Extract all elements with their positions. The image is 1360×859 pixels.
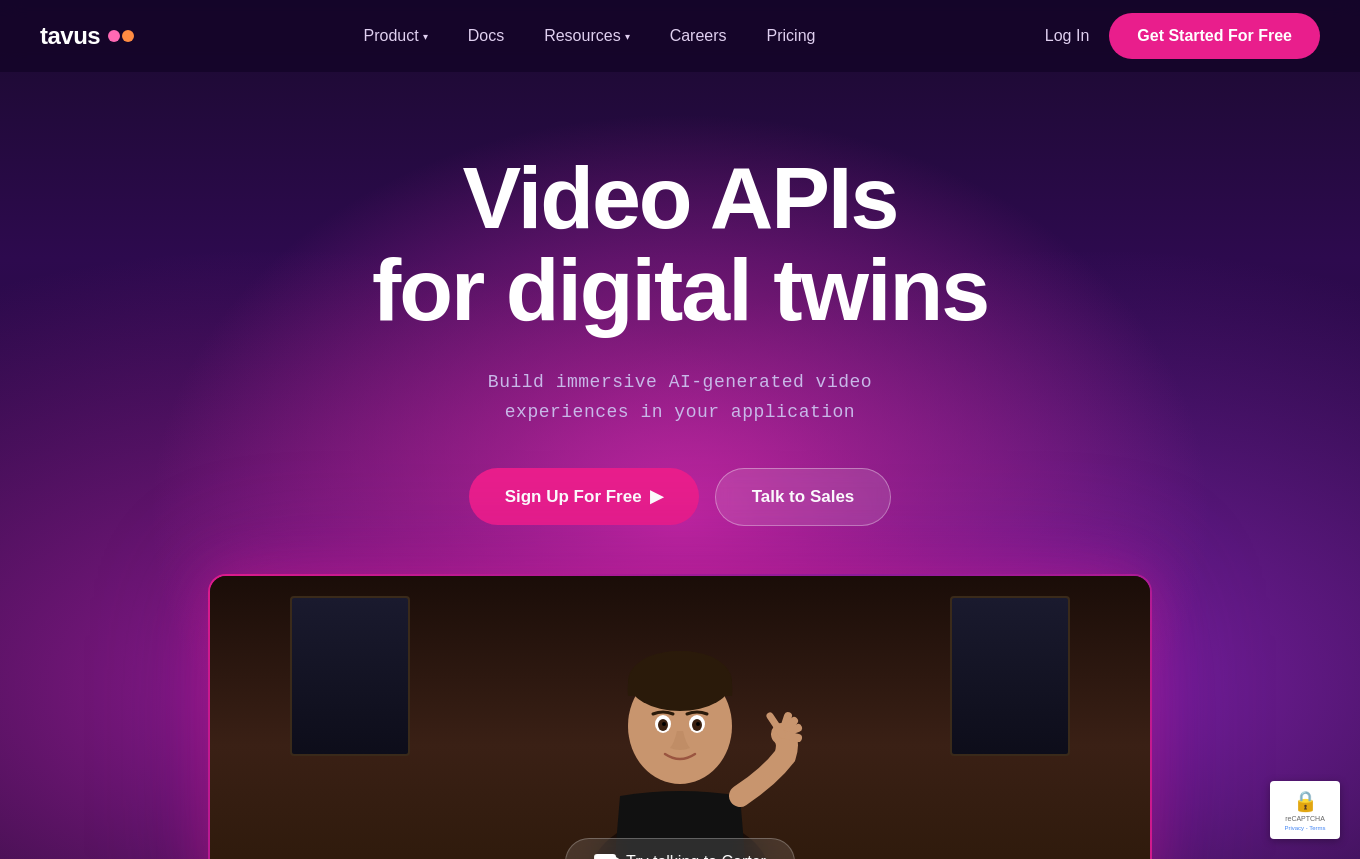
nav-link-docs[interactable]: Docs xyxy=(468,27,504,45)
recaptcha-icon: 🔒 xyxy=(1293,789,1318,813)
hero-subtitle: Build immersive AI-generated video exper… xyxy=(488,367,872,428)
nav-item-resources[interactable]: Resources ▾ xyxy=(544,27,629,45)
svg-point-8 xyxy=(662,722,666,726)
video-container: Try talking to Carter xyxy=(210,576,1150,859)
room-window-right xyxy=(950,596,1070,756)
nav-item-pricing[interactable]: Pricing xyxy=(767,27,816,45)
video-camera-icon xyxy=(594,854,616,859)
logo-dot-pink xyxy=(108,30,120,42)
nav-link-careers[interactable]: Careers xyxy=(670,27,727,45)
nav-right: Log In Get Started For Free xyxy=(1045,13,1320,59)
recaptcha-links[interactable]: Privacy - Terms xyxy=(1284,825,1325,831)
room-window-left xyxy=(290,596,410,756)
nav-links: Product ▾ Docs Resources ▾ Careers Prici… xyxy=(364,27,816,45)
recaptcha-text: reCAPTCHA xyxy=(1285,815,1325,823)
nav-link-pricing[interactable]: Pricing xyxy=(767,27,816,45)
nav-item-careers[interactable]: Careers xyxy=(670,27,727,45)
nav-item-docs[interactable]: Docs xyxy=(468,27,504,45)
nav-link-product[interactable]: Product ▾ xyxy=(364,27,428,45)
chevron-down-icon: ▾ xyxy=(423,31,428,42)
video-frame: Try talking to Carter xyxy=(210,576,1150,859)
hero-title: Video APIs for digital twins xyxy=(372,152,988,337)
svg-point-9 xyxy=(696,722,700,726)
chevron-down-icon-resources: ▾ xyxy=(625,31,630,42)
logo-text: tavus xyxy=(40,22,100,50)
nav-item-product[interactable]: Product ▾ xyxy=(364,27,428,45)
logo[interactable]: tavus xyxy=(40,22,134,50)
try-talking-overlay[interactable]: Try talking to Carter xyxy=(565,838,795,859)
hero-title-line1: Video APIs xyxy=(463,148,898,247)
login-button[interactable]: Log In xyxy=(1045,27,1089,45)
logo-icon xyxy=(108,30,134,42)
nav-link-resources[interactable]: Resources ▾ xyxy=(544,27,629,45)
recaptcha-badge: 🔒 reCAPTCHA Privacy - Terms xyxy=(1270,781,1340,839)
get-started-button[interactable]: Get Started For Free xyxy=(1109,13,1320,59)
try-talking-text: Try talking to Carter xyxy=(626,853,766,859)
video-wrapper: Try talking to Carter xyxy=(210,576,1150,859)
talk-to-sales-button[interactable]: Talk to Sales xyxy=(715,468,892,526)
navbar: tavus Product ▾ Docs Resources ▾ Care xyxy=(0,0,1360,72)
hero-title-line2: for digital twins xyxy=(372,240,988,339)
hero-buttons: Sign Up For Free ▶ Talk to Sales xyxy=(469,468,892,526)
hero-subtitle-line2: experiences in your application xyxy=(505,402,855,422)
hero-section: Video APIs for digital twins Build immer… xyxy=(0,72,1360,859)
hero-subtitle-line1: Build immersive AI-generated video xyxy=(488,372,872,392)
signup-button[interactable]: Sign Up For Free ▶ xyxy=(469,468,699,525)
logo-dot-orange xyxy=(122,30,134,42)
carter-figure xyxy=(520,596,840,859)
